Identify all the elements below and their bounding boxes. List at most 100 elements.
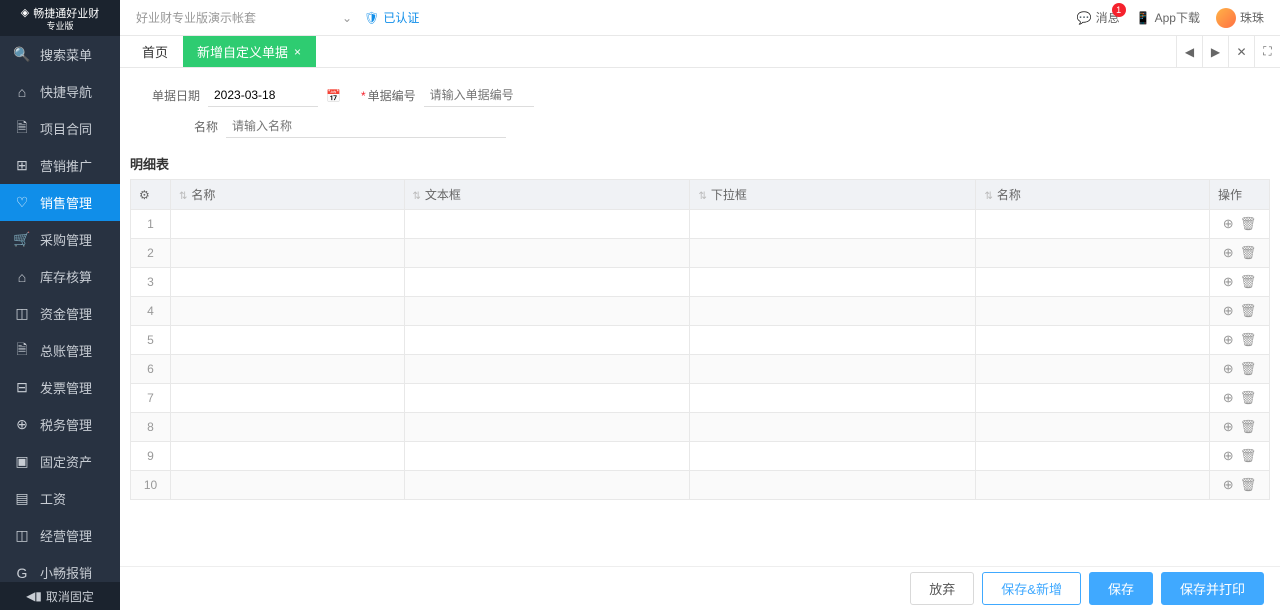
row-delete-icon[interactable]: 🗑 xyxy=(1240,448,1257,463)
sidebar-item-business-mgmt[interactable]: ◫经营管理 xyxy=(0,517,120,554)
tab-home[interactable]: 首页 xyxy=(128,36,183,67)
sidebar-item-expense[interactable]: G小畅报销 xyxy=(0,554,120,582)
tab-current[interactable]: 新增自定义单据 × xyxy=(183,36,316,67)
cell-textbox[interactable] xyxy=(404,355,690,384)
col-textbox[interactable]: ⇅文本框 xyxy=(404,180,690,210)
cell-name1[interactable] xyxy=(171,239,405,268)
fullscreen-button[interactable]: ⛶ xyxy=(1254,36,1280,68)
sidebar-item-sales-mgmt[interactable]: ♡销售管理 xyxy=(0,184,120,221)
col-name1[interactable]: ⇅名称 xyxy=(171,180,405,210)
row-add-icon[interactable]: ⊕ xyxy=(1223,361,1234,376)
save-print-button[interactable]: 保存并打印 xyxy=(1161,572,1264,605)
sidebar-item-salary[interactable]: ▤工资 xyxy=(0,480,120,517)
cell-dropdown[interactable] xyxy=(690,297,976,326)
cell-textbox[interactable] xyxy=(404,442,690,471)
cell-name1[interactable] xyxy=(171,384,405,413)
row-delete-icon[interactable]: 🗑 xyxy=(1240,361,1257,376)
app-download-button[interactable]: 📱 App下载 xyxy=(1136,9,1200,26)
cell-textbox[interactable] xyxy=(404,413,690,442)
cell-textbox[interactable] xyxy=(404,268,690,297)
sidebar-item-search-menu[interactable]: 🔍搜索菜单 xyxy=(0,36,120,73)
table-row[interactable]: 4⊕🗑 xyxy=(131,297,1270,326)
cell-name1[interactable] xyxy=(171,442,405,471)
row-delete-icon[interactable]: 🗑 xyxy=(1240,332,1257,347)
cell-name1[interactable] xyxy=(171,413,405,442)
row-add-icon[interactable]: ⊕ xyxy=(1223,245,1234,260)
row-add-icon[interactable]: ⊕ xyxy=(1223,390,1234,405)
cell-dropdown[interactable] xyxy=(690,239,976,268)
row-delete-icon[interactable]: 🗑 xyxy=(1240,477,1257,492)
discard-button[interactable]: 放弃 xyxy=(910,572,974,605)
save-button[interactable]: 保存 xyxy=(1089,572,1153,605)
sidebar-item-quick-nav[interactable]: ⌂快捷导航 xyxy=(0,73,120,110)
sidebar-pin-toggle[interactable]: ◀▮ 取消固定 xyxy=(0,582,120,610)
sidebar-item-tax-mgmt[interactable]: ⊕税务管理 xyxy=(0,406,120,443)
col-name2[interactable]: ⇅名称 xyxy=(976,180,1210,210)
row-add-icon[interactable]: ⊕ xyxy=(1223,274,1234,289)
table-row[interactable]: 1⊕🗑 xyxy=(131,210,1270,239)
user-menu[interactable]: 珠珠 xyxy=(1216,8,1264,28)
col-dropdown[interactable]: ⇅下拉框 xyxy=(690,180,976,210)
cell-name2[interactable] xyxy=(976,239,1210,268)
table-row[interactable]: 9⊕🗑 xyxy=(131,442,1270,471)
sidebar-item-ledger-mgmt[interactable]: 🗎总账管理 xyxy=(0,332,120,369)
cell-dropdown[interactable] xyxy=(690,355,976,384)
gear-col-header[interactable]: ⚙ xyxy=(131,180,171,210)
cell-name1[interactable] xyxy=(171,355,405,384)
row-delete-icon[interactable]: 🗑 xyxy=(1240,390,1257,405)
cell-name2[interactable] xyxy=(976,355,1210,384)
cell-dropdown[interactable] xyxy=(690,413,976,442)
cell-textbox[interactable] xyxy=(404,297,690,326)
cell-name2[interactable] xyxy=(976,471,1210,500)
cell-name2[interactable] xyxy=(976,384,1210,413)
sidebar-item-fixed-assets[interactable]: ▣固定资产 xyxy=(0,443,120,480)
date-input[interactable] xyxy=(208,84,318,107)
table-row[interactable]: 2⊕🗑 xyxy=(131,239,1270,268)
table-row[interactable]: 3⊕🗑 xyxy=(131,268,1270,297)
save-new-button[interactable]: 保存&新增 xyxy=(982,572,1081,605)
cell-dropdown[interactable] xyxy=(690,471,976,500)
table-row[interactable]: 7⊕🗑 xyxy=(131,384,1270,413)
cell-dropdown[interactable] xyxy=(690,210,976,239)
row-delete-icon[interactable]: 🗑 xyxy=(1240,419,1257,434)
sidebar-item-purchase-mgmt[interactable]: 🛒采购管理 xyxy=(0,221,120,258)
sidebar-item-project-contract[interactable]: 🗎项目合同 xyxy=(0,110,120,147)
cell-textbox[interactable] xyxy=(404,384,690,413)
sidebar-item-inventory[interactable]: ⌂库存核算 xyxy=(0,258,120,295)
row-add-icon[interactable]: ⊕ xyxy=(1223,216,1234,231)
sidebar-item-fund-mgmt[interactable]: ◫资金管理 xyxy=(0,295,120,332)
cell-textbox[interactable] xyxy=(404,326,690,355)
tab-prev-button[interactable]: ◀ xyxy=(1176,36,1202,68)
table-row[interactable]: 5⊕🗑 xyxy=(131,326,1270,355)
cell-name1[interactable] xyxy=(171,326,405,355)
row-delete-icon[interactable]: 🗑 xyxy=(1240,245,1257,260)
cell-name1[interactable] xyxy=(171,268,405,297)
row-add-icon[interactable]: ⊕ xyxy=(1223,448,1234,463)
account-selector[interactable]: 好业财专业版演示帐套 ⌄ xyxy=(136,9,352,26)
cell-textbox[interactable] xyxy=(404,239,690,268)
cell-name1[interactable] xyxy=(171,210,405,239)
cell-name2[interactable] xyxy=(976,326,1210,355)
row-delete-icon[interactable]: 🗑 xyxy=(1240,303,1257,318)
row-delete-icon[interactable]: 🗑 xyxy=(1240,274,1257,289)
cell-name2[interactable] xyxy=(976,210,1210,239)
row-add-icon[interactable]: ⊕ xyxy=(1223,303,1234,318)
row-add-icon[interactable]: ⊕ xyxy=(1223,477,1234,492)
cell-name2[interactable] xyxy=(976,268,1210,297)
cell-name1[interactable] xyxy=(171,297,405,326)
cell-dropdown[interactable] xyxy=(690,326,976,355)
tab-next-button[interactable]: ▶ xyxy=(1202,36,1228,68)
table-row[interactable]: 10⊕🗑 xyxy=(131,471,1270,500)
cell-dropdown[interactable] xyxy=(690,268,976,297)
tab-close-all-button[interactable]: ✕ xyxy=(1228,36,1254,68)
cell-dropdown[interactable] xyxy=(690,442,976,471)
row-add-icon[interactable]: ⊕ xyxy=(1223,419,1234,434)
cell-name2[interactable] xyxy=(976,297,1210,326)
cell-dropdown[interactable] xyxy=(690,384,976,413)
tab-close-icon[interactable]: × xyxy=(294,45,301,59)
sidebar-item-marketing[interactable]: ⊞营销推广 xyxy=(0,147,120,184)
cell-textbox[interactable] xyxy=(404,471,690,500)
cell-name2[interactable] xyxy=(976,413,1210,442)
sidebar-item-invoice-mgmt[interactable]: ⊟发票管理 xyxy=(0,369,120,406)
name-input[interactable] xyxy=(226,115,506,138)
